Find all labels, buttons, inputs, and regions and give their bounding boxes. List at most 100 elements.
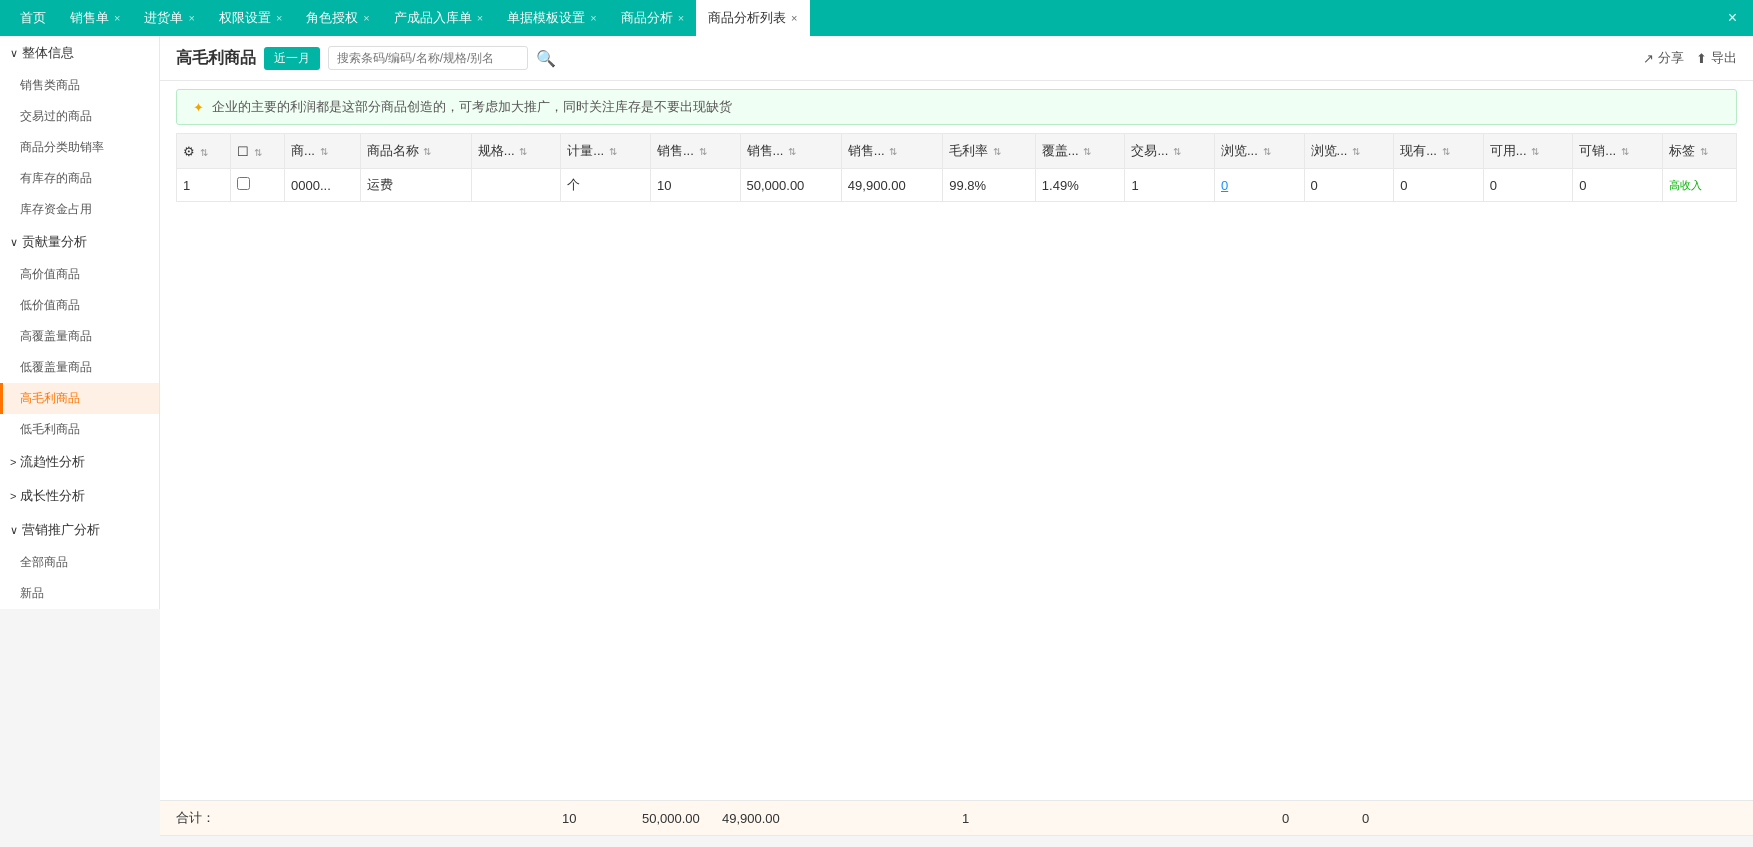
close-tab-icon[interactable]: ×: [477, 12, 483, 24]
col-header-available[interactable]: 可用... ⇅: [1483, 134, 1573, 169]
sidebar-item-交易过的商品[interactable]: 交易过的商品: [0, 101, 159, 132]
footer-sale-count: 10: [556, 811, 636, 826]
sidebar-item-新品[interactable]: 新品: [0, 578, 159, 609]
sort-icon: ⇅: [517, 146, 528, 157]
nav-item-产成品入库单[interactable]: 产成品入库单×: [382, 0, 495, 36]
cell-name: 运费: [360, 169, 471, 202]
sidebar-group-成长性分析[interactable]: >成长性分析: [0, 479, 159, 513]
col-header-browse2[interactable]: 浏览... ⇅: [1304, 134, 1394, 169]
sidebar-item-有库存的商品[interactable]: 有库存的商品: [0, 163, 159, 194]
sidebar: ∨整体信息销售类商品交易过的商品商品分类助销率有库存的商品库存资金占用∨贡献量分…: [0, 36, 160, 609]
info-bar: ✦ 企业的主要的利润都是这部分商品创造的，可考虑加大推广，同时关注库存是不要出现…: [176, 89, 1737, 125]
col-header-unit[interactable]: 计量... ⇅: [561, 134, 651, 169]
sidebar-item-高毛利商品[interactable]: 高毛利商品: [0, 383, 159, 414]
close-tab-icon[interactable]: ×: [188, 12, 194, 24]
sidebar-group-label: 整体信息: [22, 44, 74, 62]
sidebar-item-商品分类助销率[interactable]: 商品分类助销率: [0, 132, 159, 163]
close-tab-icon[interactable]: ×: [678, 12, 684, 24]
sidebar-item-库存资金占用[interactable]: 库存资金占用: [0, 194, 159, 225]
sidebar-item-全部商品[interactable]: 全部商品: [0, 547, 159, 578]
nav-item-单据模板设置[interactable]: 单据模板设置×: [495, 0, 608, 36]
sort-icon: ⇅: [887, 146, 898, 157]
col-header-tag[interactable]: 标签 ⇅: [1662, 134, 1736, 169]
close-all-btn[interactable]: ×: [1720, 9, 1745, 27]
col-header-settings[interactable]: ⚙ ⇅: [177, 134, 231, 169]
cell-code: 0000...: [285, 169, 360, 202]
sidebar-group-整体信息[interactable]: ∨整体信息: [0, 36, 159, 70]
cell-sale_amount: 50,000.00: [740, 169, 841, 202]
sidebar-group-贡献量分析[interactable]: ∨贡献量分析: [0, 225, 159, 259]
sidebar-group-流趋性分析[interactable]: >流趋性分析: [0, 445, 159, 479]
close-tab-icon[interactable]: ×: [114, 12, 120, 24]
nav-item-权限设置[interactable]: 权限设置×: [207, 0, 294, 36]
table-container[interactable]: ⚙ ⇅☐ ⇅商... ⇅商品名称 ⇅规格... ⇅计量... ⇅销售... ⇅销…: [160, 133, 1753, 800]
search-input[interactable]: [328, 46, 528, 70]
sort-icon: ⇅: [1697, 146, 1708, 157]
footer-saleable: 0: [1356, 811, 1436, 826]
col-header-checkbox[interactable]: ☐ ⇅: [231, 134, 285, 169]
cell-index: 1: [177, 169, 231, 202]
col-header-gross_margin[interactable]: 毛利率 ⇅: [943, 134, 1036, 169]
sidebar-item-低毛利商品[interactable]: 低毛利商品: [0, 414, 159, 445]
close-tab-icon[interactable]: ×: [276, 12, 282, 24]
close-tab-icon[interactable]: ×: [590, 12, 596, 24]
nav-item-首页[interactable]: 首页: [8, 0, 58, 36]
scroll-bar[interactable]: [160, 835, 1753, 847]
sort-icon: ⇅: [251, 147, 262, 158]
row-checkbox[interactable]: [237, 177, 250, 190]
col-header-spec[interactable]: 规格... ⇅: [471, 134, 561, 169]
nav-item-商品分析[interactable]: 商品分析×: [609, 0, 696, 36]
sort-icon: ⇅: [1349, 146, 1360, 157]
col-header-sale_count[interactable]: 销售... ⇅: [650, 134, 740, 169]
footer-label: 合计：: [176, 809, 236, 827]
footer-available: 0: [1276, 811, 1356, 826]
cell-sale_count: 10: [650, 169, 740, 202]
content-header: 高毛利商品 近一月 🔍 ↗ 分享 ⬆ 导出: [160, 36, 1753, 81]
share-button[interactable]: ↗ 分享: [1643, 49, 1684, 67]
nav-item-销售单[interactable]: 销售单×: [58, 0, 132, 36]
cell-gross_margin: 99.8%: [943, 169, 1036, 202]
browse-link[interactable]: 0: [1221, 178, 1228, 193]
col-header-browse1[interactable]: 浏览... ⇅: [1214, 134, 1304, 169]
cell-tag: 高收入: [1662, 169, 1736, 202]
sidebar-group-label: 营销推广分析: [22, 521, 100, 539]
col-header-sale_amount[interactable]: 销售... ⇅: [740, 134, 841, 169]
sidebar-item-高覆盖量商品[interactable]: 高覆盖量商品: [0, 321, 159, 352]
nav-item-商品分析列表[interactable]: 商品分析列表×: [696, 0, 809, 36]
main-layout: ∨整体信息销售类商品交易过的商品商品分类助销率有库存的商品库存资金占用∨贡献量分…: [0, 36, 1753, 847]
col-header-sale_profit[interactable]: 销售... ⇅: [841, 134, 942, 169]
sort-icon: ⇅: [1529, 146, 1540, 157]
sidebar-item-低覆盖量商品[interactable]: 低覆盖量商品: [0, 352, 159, 383]
sidebar-group-label: 流趋性分析: [20, 453, 85, 471]
search-button[interactable]: 🔍: [536, 49, 556, 68]
cell-checkbox: [231, 169, 285, 202]
sidebar-item-销售类商品[interactable]: 销售类商品: [0, 70, 159, 101]
sidebar-item-低价值商品[interactable]: 低价值商品: [0, 290, 159, 321]
nav-item-角色授权[interactable]: 角色授权×: [294, 0, 381, 36]
period-button[interactable]: 近一月: [264, 47, 320, 70]
export-button[interactable]: ⬆ 导出: [1696, 49, 1737, 67]
close-tab-icon[interactable]: ×: [363, 12, 369, 24]
col-header-code[interactable]: 商... ⇅: [285, 134, 360, 169]
close-tab-icon[interactable]: ×: [791, 12, 797, 24]
info-icon: ✦: [193, 100, 204, 115]
col-header-coverage[interactable]: 覆盖... ⇅: [1035, 134, 1125, 169]
tag-label: 高收入: [1669, 179, 1702, 191]
footer-sale-amount: 50,000.00: [636, 811, 716, 826]
cell-trade: 1: [1125, 169, 1215, 202]
col-header-name[interactable]: 商品名称 ⇅: [360, 134, 471, 169]
share-icon: ↗: [1643, 51, 1654, 66]
sort-icon: ⇅: [421, 146, 432, 157]
sort-icon: ⇅: [990, 146, 1001, 157]
col-header-trade[interactable]: 交易... ⇅: [1125, 134, 1215, 169]
cell-available: 0: [1483, 169, 1573, 202]
sort-icon: ⇅: [1618, 146, 1629, 157]
col-header-current[interactable]: 现有... ⇅: [1394, 134, 1484, 169]
col-header-saleable[interactable]: 可销... ⇅: [1573, 134, 1663, 169]
nav-item-进货单[interactable]: 进货单×: [132, 0, 206, 36]
sort-icon: ⇅: [1260, 146, 1271, 157]
cell-browse1[interactable]: 0: [1214, 169, 1304, 202]
sidebar-group-营销推广分析[interactable]: ∨营销推广分析: [0, 513, 159, 547]
sidebar-item-高价值商品[interactable]: 高价值商品: [0, 259, 159, 290]
cell-saleable: 0: [1573, 169, 1663, 202]
